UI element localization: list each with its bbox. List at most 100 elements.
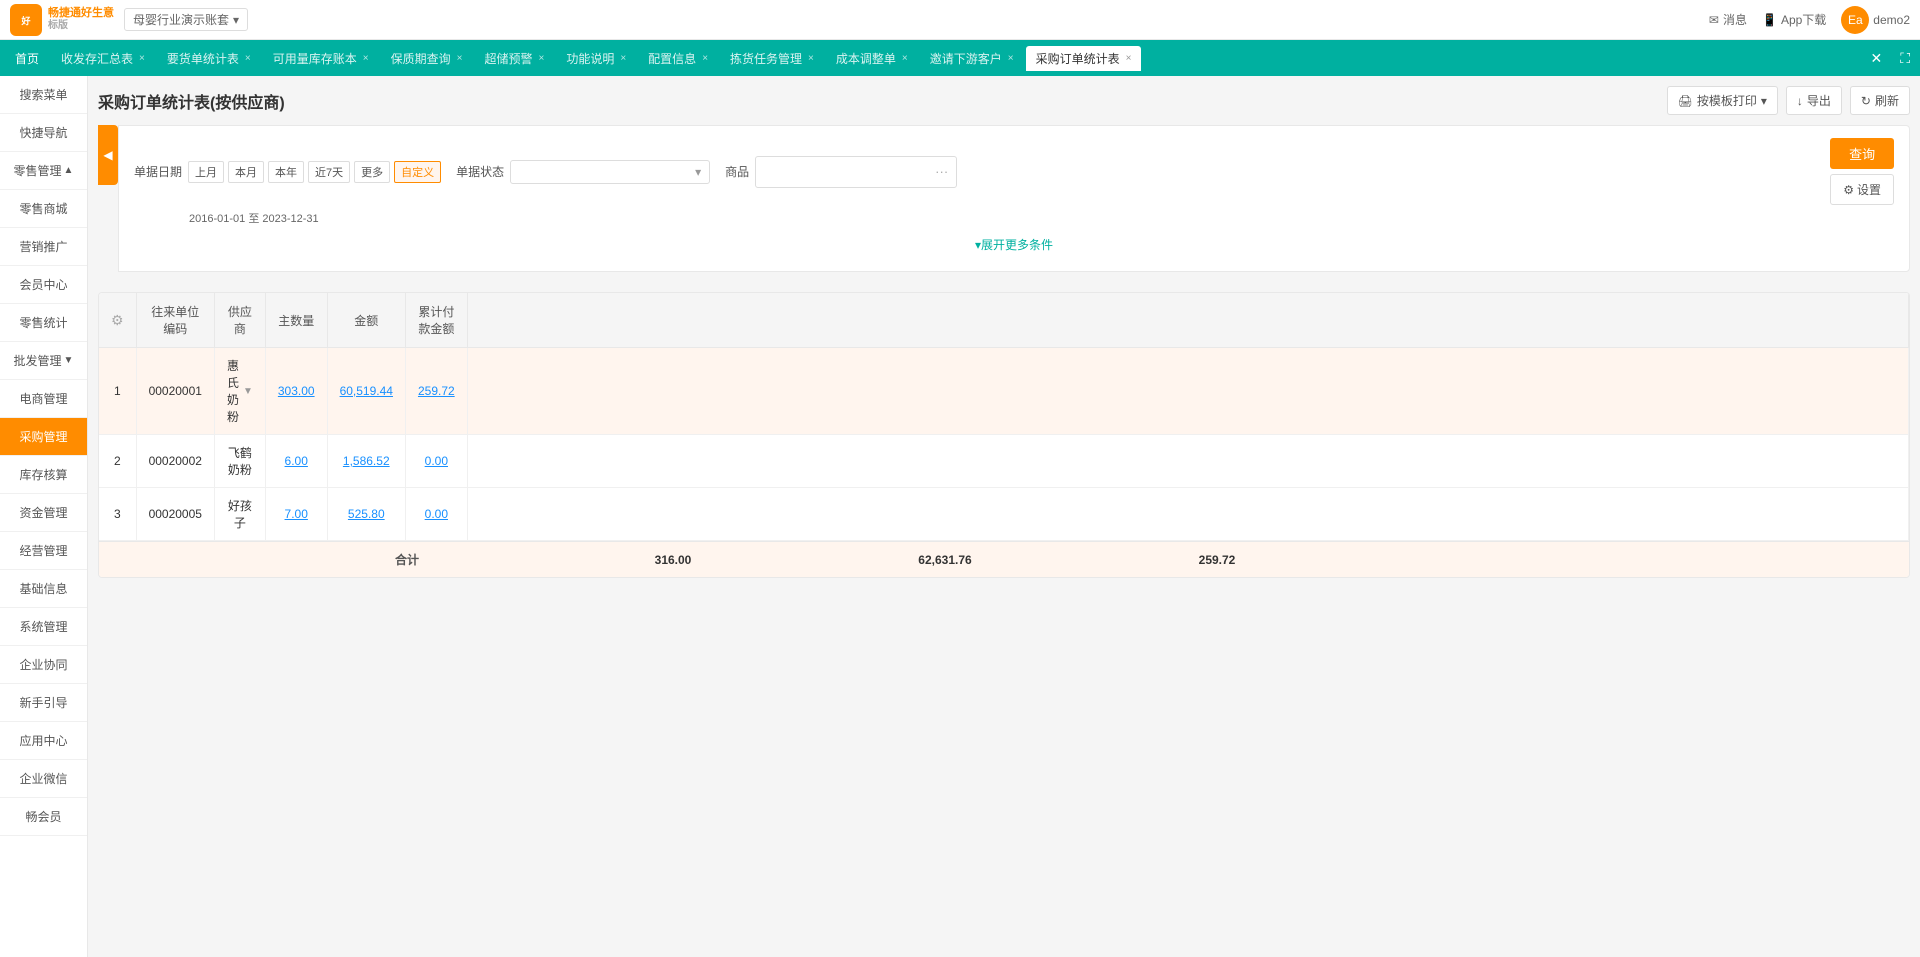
sidebar-item-member2[interactable]: 畅会员 (0, 798, 87, 836)
row-amount[interactable]: 60,519.44 (327, 348, 405, 435)
print-button[interactable]: 🖨 按模板打印 ▾ (1667, 86, 1778, 115)
footer-amount: 62,631.76 (809, 553, 1081, 567)
row-paid[interactable]: 0.00 (405, 488, 467, 541)
date-btn-this-year[interactable]: 本年 (268, 161, 304, 183)
row-paid[interactable]: 259.72 (405, 348, 467, 435)
collapse-button[interactable]: ◀ (98, 125, 118, 185)
expand-icon[interactable]: ▼ (243, 386, 253, 397)
query-button[interactable]: 查询 (1830, 138, 1894, 169)
sidebar-item-label: 营销推广 (5, 238, 82, 255)
tab-function-desc[interactable]: 功能说明 × (556, 46, 636, 71)
tab-label: 保质期查询 (391, 50, 451, 67)
sidebar-item-search[interactable]: 搜索菜单 (0, 76, 87, 114)
date-custom-badge[interactable]: 自定义 (394, 161, 441, 183)
date-btn-last-month[interactable]: 上月 (188, 161, 224, 183)
sidebar-item-marketing[interactable]: 营销推广 (0, 228, 87, 266)
col-paid: 累计付款金额 (405, 293, 467, 348)
tab-label: 可用量库存账本 (273, 50, 357, 67)
tab-config-info[interactable]: 配置信息 × (638, 46, 718, 71)
goods-input[interactable] (764, 161, 935, 183)
footer-label: 合计 (277, 551, 537, 568)
workspace-selector[interactable]: 母婴行业演示账套 ▾ (124, 8, 248, 31)
sidebar-item-enterprise[interactable]: 企业协同 (0, 646, 87, 684)
col-gear: ⚙ (99, 293, 136, 348)
tab-purchase-stat[interactable]: 采购订单统计表 × (1026, 46, 1142, 71)
date-btn-7days[interactable]: 近7天 (308, 161, 350, 183)
row-index: 2 (99, 435, 136, 488)
close-tab-button[interactable]: ✕ (1865, 48, 1887, 69)
close-icon[interactable]: × (457, 53, 463, 64)
close-icon[interactable]: × (245, 53, 251, 64)
close-icon[interactable]: × (620, 53, 626, 64)
gear-icon[interactable]: ⚙ (111, 312, 124, 328)
sidebar-item-operation[interactable]: 经营管理 (0, 532, 87, 570)
app-download-button[interactable]: 📱 App下载 (1762, 11, 1826, 28)
sidebar-item-stock[interactable]: 库存核算 (0, 456, 87, 494)
tab-expiry-check[interactable]: 保质期查询 × (381, 46, 473, 71)
sidebar: 搜索菜单 快捷导航 零售管理 ▲ 零售商城 营销推广 会员中心 零售统计 批发管… (0, 76, 88, 957)
settings-button[interactable]: ⚙ 设置 (1830, 174, 1894, 205)
status-filter: 单据状态 ▾ (456, 160, 710, 184)
sidebar-item-retail-mall[interactable]: 零售商城 (0, 190, 87, 228)
nav-tabs-right: ✕ ⛶ (1865, 48, 1915, 69)
sidebar-item-basic-info[interactable]: 基础信息 (0, 570, 87, 608)
row-amount[interactable]: 525.80 (327, 488, 405, 541)
table-row: 3 00020005 好孩子 7.00 525.80 0.00 (99, 488, 1909, 541)
close-icon[interactable]: × (1008, 53, 1014, 64)
refresh-icon: ↻ (1861, 94, 1871, 108)
user-area[interactable]: Ea demo2 (1841, 6, 1910, 34)
ellipsis-icon[interactable]: ··· (935, 164, 948, 179)
tab-cost-adjust[interactable]: 成本调整单 × (826, 46, 918, 71)
expand-more-button[interactable]: ▾ 展开更多条件 (134, 230, 1894, 259)
row-amount[interactable]: 1,586.52 (327, 435, 405, 488)
tab-home[interactable]: 首页 (5, 46, 49, 71)
chevron-left-icon: ◀ (103, 148, 112, 162)
query-area: 查询 ⚙ 设置 (1830, 138, 1894, 205)
close-icon[interactable]: × (902, 53, 908, 64)
row-paid[interactable]: 0.00 (405, 435, 467, 488)
tab-pick-task[interactable]: 拣货任务管理 × (720, 46, 824, 71)
sidebar-item-ecommerce[interactable]: 电商管理 (0, 380, 87, 418)
sidebar-item-app-center[interactable]: 应用中心 (0, 722, 87, 760)
date-btn-more[interactable]: 更多 (354, 161, 390, 183)
export-button[interactable]: ↓ 导出 (1786, 86, 1842, 115)
refresh-button[interactable]: ↻ 刷新 (1850, 86, 1910, 115)
sidebar-item-wholesale[interactable]: 批发管理 ▼ (0, 342, 87, 380)
row-quantity[interactable]: 303.00 (265, 348, 327, 435)
sidebar-item-retail-stat[interactable]: 零售统计 (0, 304, 87, 342)
tab-collect-pay[interactable]: 收发存汇总表 × (51, 46, 155, 71)
close-icon[interactable]: × (363, 53, 369, 64)
avatar: Ea (1841, 6, 1869, 34)
download-label: App下载 (1781, 11, 1826, 28)
sidebar-item-system[interactable]: 系统管理 (0, 608, 87, 646)
tab-demand-stat[interactable]: 要货单统计表 × (157, 46, 261, 71)
close-icon[interactable]: × (538, 53, 544, 64)
sidebar-item-label: 系统管理 (5, 618, 82, 635)
sidebar-item-new-guide[interactable]: 新手引导 (0, 684, 87, 722)
sidebar-item-purchase[interactable]: 采购管理 (0, 418, 87, 456)
maximize-tab-button[interactable]: ⛶ (1895, 48, 1915, 69)
date-btn-this-month[interactable]: 本月 (228, 161, 264, 183)
chevron-down-icon: ▾ (233, 13, 239, 27)
status-select[interactable]: ▾ (510, 160, 710, 184)
tab-label: 要货单统计表 (167, 50, 239, 67)
close-icon[interactable]: × (702, 53, 708, 64)
sidebar-item-enterprise-wechat[interactable]: 企业微信 (0, 760, 87, 798)
message-button[interactable]: ✉ 消息 (1709, 11, 1747, 28)
row-quantity[interactable]: 7.00 (265, 488, 327, 541)
message-icon: ✉ (1709, 13, 1719, 27)
col-quantity: 主数量 (265, 293, 327, 348)
sidebar-item-retail[interactable]: 零售管理 ▲ (0, 152, 87, 190)
sidebar-item-capital[interactable]: 资金管理 (0, 494, 87, 532)
tab-invite-downstream[interactable]: 邀请下游客户 × (920, 46, 1024, 71)
row-quantity[interactable]: 6.00 (265, 435, 327, 488)
refresh-label: 刷新 (1875, 92, 1899, 109)
close-icon[interactable]: × (1126, 53, 1132, 64)
close-icon[interactable]: × (139, 53, 145, 64)
close-icon[interactable]: × (808, 53, 814, 64)
sidebar-item-member[interactable]: 会员中心 (0, 266, 87, 304)
tab-available-stock[interactable]: 可用量库存账本 × (263, 46, 379, 71)
tab-overstock-warn[interactable]: 超储预警 × (474, 46, 554, 71)
message-label: 消息 (1723, 11, 1747, 28)
sidebar-item-quick-nav[interactable]: 快捷导航 (0, 114, 87, 152)
